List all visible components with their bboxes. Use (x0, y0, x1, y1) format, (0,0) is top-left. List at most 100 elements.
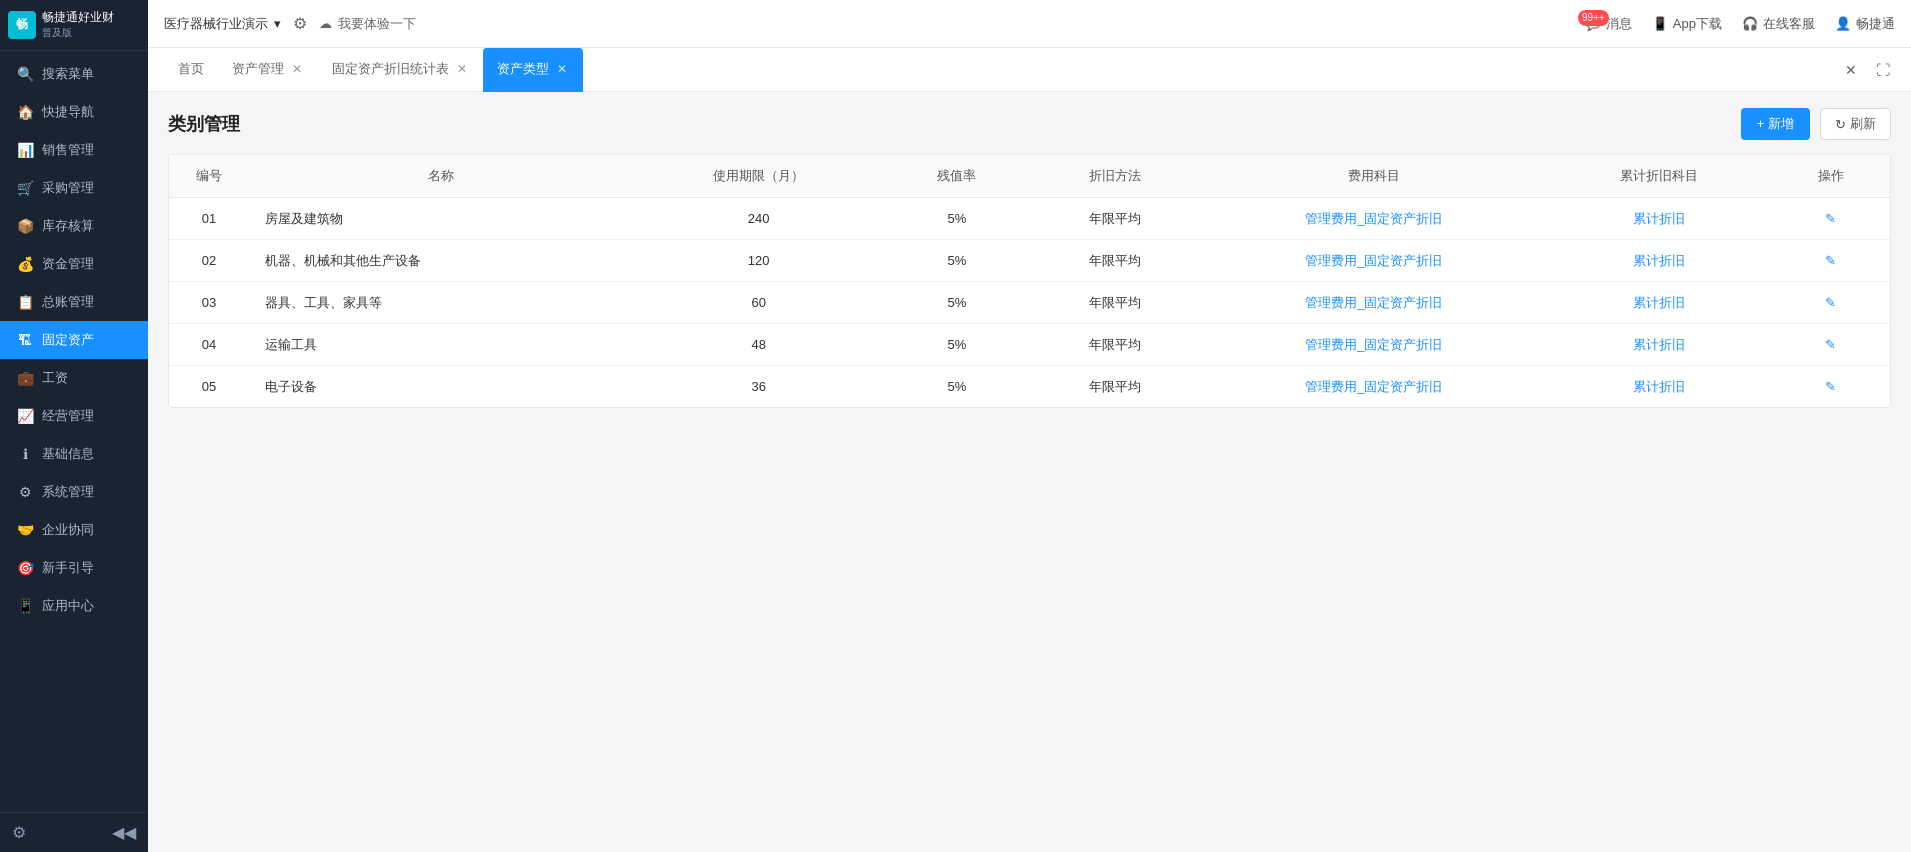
sidebar-item-salary[interactable]: 💼 工资 (0, 359, 148, 397)
topbar-settings-icon[interactable]: ⚙ (293, 14, 307, 33)
sidebar-nav: 🔍 搜索菜单 🏠 快捷导航 📊 销售管理 🛒 采购管理 📦 库存核算 💰 资金管… (0, 51, 148, 812)
sidebar-item-inventory[interactable]: 📦 库存核算 (0, 207, 148, 245)
cell-accumulated_depreciation-0: 累计折旧 (1547, 198, 1772, 240)
tab-close-asset-type[interactable]: ✕ (555, 60, 569, 78)
cell-accumulated_depreciation-3: 累计折旧 (1547, 324, 1772, 366)
cell-residual_rate-0: 5% (884, 198, 1029, 240)
app-download-icon: 📱 (1652, 16, 1668, 31)
sidebar-item-label: 经营管理 (42, 407, 94, 425)
user-icon: 👤 (1835, 16, 1851, 31)
table-row: 05电子设备365%年限平均管理费用_固定资产折旧累计折旧✎ (169, 366, 1890, 408)
col-header-usage_period: 使用期限（月） (633, 155, 884, 198)
sidebar: 畅 畅捷通好业财 普及版 🔍 搜索菜单 🏠 快捷导航 📊 销售管理 🛒 采购管理… (0, 0, 148, 852)
sidebar-item-enterprise[interactable]: 🤝 企业协同 (0, 511, 148, 549)
cell-usage_period-3: 48 (633, 324, 884, 366)
topbar-action-user[interactable]: 👤 畅捷通 (1835, 15, 1895, 33)
content-area: 类别管理 + 新增 ↻ 刷新 编号名称使用期限（月）残值率折旧方法费用科目累计折… (148, 92, 1911, 852)
sidebar-item-basic-info[interactable]: ℹ 基础信息 (0, 435, 148, 473)
app-download-label: App下载 (1673, 15, 1722, 33)
cell-operation-2: ✎ (1771, 282, 1890, 324)
capital-icon: 💰 (16, 255, 34, 273)
settings-icon[interactable]: ⚙ (12, 823, 26, 842)
sidebar-item-business-mgmt[interactable]: 📈 经营管理 (0, 397, 148, 435)
sidebar-item-label: 库存核算 (42, 217, 94, 235)
topbar: 医疗器械行业演示 ▾ ⚙ ☁ 我要体验一下 💬99+ 消息 📱 App下载 🎧 … (148, 0, 1911, 48)
cell-depreciation_method-0: 年限平均 (1029, 198, 1201, 240)
sidebar-item-guide[interactable]: 🎯 新手引导 (0, 549, 148, 587)
sidebar-item-sales[interactable]: 📊 销售管理 (0, 131, 148, 169)
sidebar-header: 畅 畅捷通好业财 普及版 (0, 0, 148, 51)
sidebar-item-label: 采购管理 (42, 179, 94, 197)
sidebar-item-label: 搜索菜单 (42, 65, 94, 83)
cell-usage_period-0: 240 (633, 198, 884, 240)
cell-name-2: 器具、工具、家具等 (249, 282, 633, 324)
category-table: 编号名称使用期限（月）残值率折旧方法费用科目累计折旧科目操作 01房屋及建筑物2… (169, 155, 1890, 407)
tab-fixed-asset-table[interactable]: 固定资产折旧统计表✕ (318, 48, 483, 92)
page-title: 类别管理 (168, 112, 240, 136)
sidebar-item-app-center[interactable]: 📱 应用中心 (0, 587, 148, 625)
cell-depreciation_method-4: 年限平均 (1029, 366, 1201, 408)
cell-expense_subject-1: 管理费用_固定资产折旧 (1201, 240, 1547, 282)
sidebar-item-fixed-assets[interactable]: 🏗 固定资产 (0, 321, 148, 359)
messages-label: 消息 (1606, 15, 1632, 33)
topbar-action-online-service[interactable]: 🎧 在线客服 (1742, 15, 1815, 33)
experience-button[interactable]: ☁ 我要体验一下 (319, 15, 416, 33)
tab-asset-mgmt[interactable]: 资产管理✕ (218, 48, 318, 92)
cell-expense_subject-3: 管理费用_固定资产折旧 (1201, 324, 1547, 366)
col-header-name: 名称 (249, 155, 633, 198)
sidebar-item-label: 工资 (42, 369, 68, 387)
sidebar-item-system-mgmt[interactable]: ⚙ 系统管理 (0, 473, 148, 511)
sidebar-item-label: 快捷导航 (42, 103, 94, 121)
cell-operation-4: ✎ (1771, 366, 1890, 408)
sidebar-item-quick-nav[interactable]: 🏠 快捷导航 (0, 93, 148, 131)
edit-button-2[interactable]: ✎ (1819, 293, 1842, 312)
tab-close-fixed-asset-table[interactable]: ✕ (455, 60, 469, 78)
topbar-action-app-download[interactable]: 📱 App下载 (1652, 15, 1722, 33)
guide-icon: 🎯 (16, 559, 34, 577)
col-header-depreciation_method: 折旧方法 (1029, 155, 1201, 198)
cell-operation-0: ✎ (1771, 198, 1890, 240)
search-icon: 🔍 (16, 65, 34, 83)
app-center-icon: 📱 (16, 597, 34, 615)
tab-home[interactable]: 首页 (164, 48, 218, 92)
cell-expense_subject-4: 管理费用_固定资产折旧 (1201, 366, 1547, 408)
tab-asset-type[interactable]: 资产类型✕ (483, 48, 583, 92)
cell-usage_period-2: 60 (633, 282, 884, 324)
sidebar-item-search[interactable]: 🔍 搜索菜单 (0, 55, 148, 93)
sidebar-item-capital[interactable]: 💰 资金管理 (0, 245, 148, 283)
cell-accumulated_depreciation-2: 累计折旧 (1547, 282, 1772, 324)
new-button[interactable]: + 新增 (1741, 108, 1810, 140)
company-name: 医疗器械行业演示 (164, 15, 268, 33)
company-selector[interactable]: 医疗器械行业演示 ▾ (164, 15, 281, 33)
system-mgmt-icon: ⚙ (16, 483, 34, 501)
messages-icon: 💬99+ (1585, 16, 1601, 31)
collapse-icon[interactable]: ◀◀ (112, 823, 136, 842)
edit-button-1[interactable]: ✎ (1819, 251, 1842, 270)
sidebar-item-label: 系统管理 (42, 483, 94, 501)
window-maximize-button[interactable]: ⛶ (1871, 58, 1895, 82)
sidebar-item-general-ledger[interactable]: 📋 总账管理 (0, 283, 148, 321)
edit-button-3[interactable]: ✎ (1819, 335, 1842, 354)
business-mgmt-icon: 📈 (16, 407, 34, 425)
sales-icon: 📊 (16, 141, 34, 159)
edit-button-0[interactable]: ✎ (1819, 209, 1842, 228)
refresh-button[interactable]: ↻ 刷新 (1820, 108, 1891, 140)
tab-close-asset-mgmt[interactable]: ✕ (290, 60, 304, 78)
refresh-icon: ↻ (1835, 117, 1846, 132)
cell-depreciation_method-1: 年限平均 (1029, 240, 1201, 282)
basic-info-icon: ℹ (16, 445, 34, 463)
cell-depreciation_method-2: 年限平均 (1029, 282, 1201, 324)
cell-residual_rate-3: 5% (884, 324, 1029, 366)
main-area: 医疗器械行业演示 ▾ ⚙ ☁ 我要体验一下 💬99+ 消息 📱 App下载 🎧 … (148, 0, 1911, 852)
window-close-button[interactable]: ✕ (1839, 58, 1863, 82)
topbar-action-messages[interactable]: 💬99+ 消息 (1585, 15, 1632, 33)
sidebar-item-label: 总账管理 (42, 293, 94, 311)
cell-name-4: 电子设备 (249, 366, 633, 408)
edit-button-4[interactable]: ✎ (1819, 377, 1842, 396)
cell-accumulated_depreciation-4: 累计折旧 (1547, 366, 1772, 408)
sidebar-item-label: 基础信息 (42, 445, 94, 463)
dropdown-icon: ▾ (274, 16, 281, 31)
badge-messages: 99+ (1578, 10, 1609, 26)
cell-operation-3: ✎ (1771, 324, 1890, 366)
sidebar-item-purchase[interactable]: 🛒 采购管理 (0, 169, 148, 207)
